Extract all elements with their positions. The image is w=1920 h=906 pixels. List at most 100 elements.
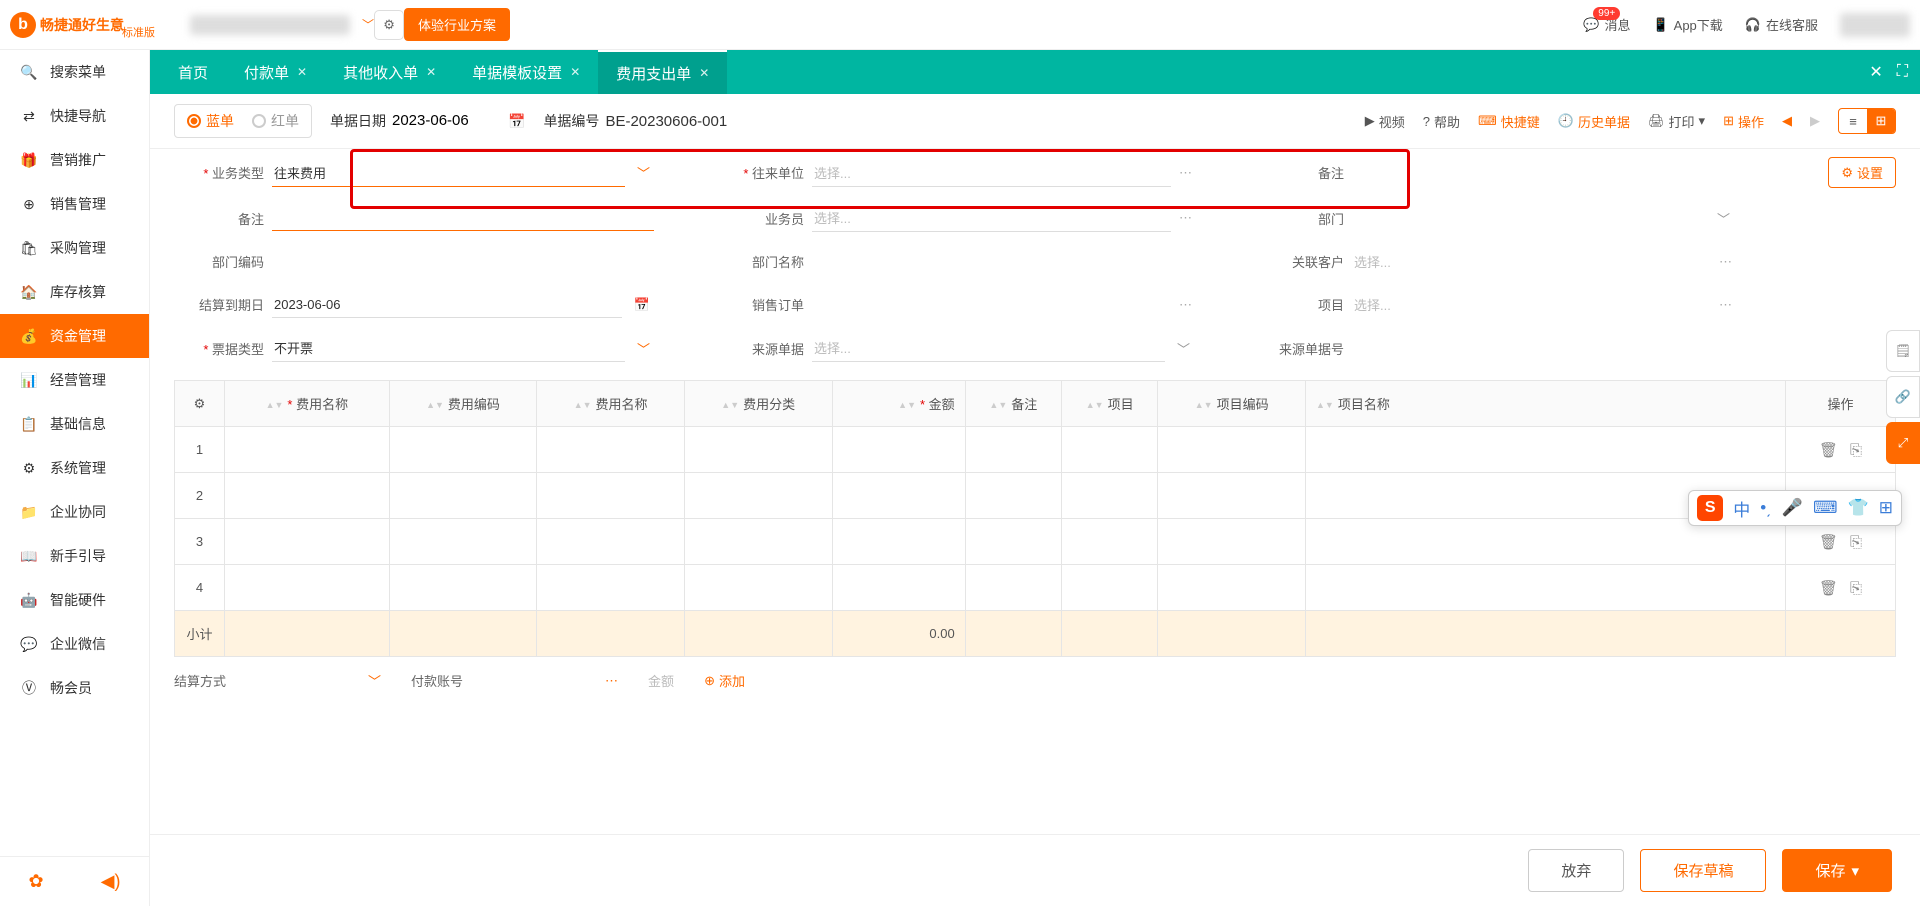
messages-button[interactable]: 💬 消息 99+ <box>1583 15 1630 34</box>
col-settings[interactable]: ⚙ <box>175 381 225 427</box>
sidebar-item-quicknav[interactable]: ⇄快捷导航 <box>0 94 149 138</box>
video-help-button[interactable]: ▶ 视频 <box>1365 112 1405 131</box>
sidebar-item-member[interactable]: Ⓥ畅会员 <box>0 666 149 710</box>
copy-row-icon[interactable]: ⎘ <box>1850 580 1862 597</box>
copy-row-icon[interactable]: ⎘ <box>1850 442 1862 459</box>
table-row[interactable]: 1🗑⎘ <box>175 427 1896 473</box>
rail-note-icon[interactable]: 🗒 <box>1886 330 1920 372</box>
more-icon[interactable]: ⋯ <box>1179 165 1194 181</box>
doc-date-field[interactable]: 单据日期 📅 <box>330 111 525 131</box>
settle-method-field[interactable]: 结算方式﹀ <box>174 671 381 690</box>
close-icon[interactable]: ✕ <box>426 65 436 79</box>
delete-row-icon[interactable]: 🗑 <box>1819 534 1838 551</box>
chevron-down-icon[interactable]: ﹀ <box>633 163 654 182</box>
sidebar-item-system[interactable]: ⚙系统管理 <box>0 446 149 490</box>
col-project-code[interactable]: ▲▼项目编码 <box>1158 381 1306 427</box>
shortcut-button[interactable]: ⌨ 快捷键 <box>1478 112 1540 131</box>
sidebar-item-wechat[interactable]: 💬企业微信 <box>0 622 149 666</box>
doc-date-input[interactable] <box>392 112 502 130</box>
sidebar-item-purchase[interactable]: 🛍采购管理 <box>0 226 149 270</box>
ime-mic-icon[interactable]: 🎤 <box>1782 498 1803 518</box>
chevron-down-icon[interactable]: ﹀ <box>1173 339 1194 358</box>
table-row[interactable]: 4🗑⎘ <box>175 565 1896 611</box>
field-remark2[interactable]: 备注 <box>174 205 654 231</box>
more-icon[interactable]: ⋯ <box>1179 210 1194 226</box>
sidebar-item-hardware[interactable]: 🤖智能硬件 <box>0 578 149 622</box>
amount-field[interactable]: 金额 <box>648 671 674 690</box>
field-sale-order[interactable]: 销售订单 ⋯ <box>714 292 1194 318</box>
field-project[interactable]: 项目 选择... ⋯ <box>1254 291 1734 318</box>
delete-row-icon[interactable]: 🗑 <box>1819 580 1838 597</box>
col-project[interactable]: ▲▼项目 <box>1062 381 1158 427</box>
rail-link-icon[interactable]: 🔗 <box>1886 376 1920 418</box>
radio-red[interactable]: 红单 <box>252 111 299 131</box>
pay-account-field[interactable]: 付款账号⋯ <box>411 671 618 690</box>
more-icon[interactable]: ⋯ <box>1179 297 1194 313</box>
field-business-type[interactable]: 业务类型 往来费用 ﹀ <box>174 159 654 187</box>
col-fee-code[interactable]: ▲▼费用编码 <box>389 381 537 427</box>
abandon-button[interactable]: 放弃 <box>1528 849 1624 892</box>
print-button[interactable]: 🖨 打印 ▾ <box>1648 112 1705 131</box>
col-project-name[interactable]: ▲▼项目名称 <box>1306 381 1786 427</box>
ime-punct-icon[interactable]: •͵ <box>1760 498 1772 518</box>
chevron-down-icon[interactable]: ﹀ <box>1713 209 1734 228</box>
sidebar-item-search[interactable]: 🔍搜索菜单 <box>0 50 149 94</box>
add-settlement-button[interactable]: ⊕添加 <box>704 671 745 690</box>
save-button[interactable]: 保存▾ <box>1782 849 1892 892</box>
next-doc-icon[interactable]: ▶ <box>1810 113 1820 129</box>
col-fee-name[interactable]: ▲▼* 费用名称 <box>225 381 390 427</box>
chevron-down-icon[interactable]: ﹀ <box>368 671 381 690</box>
user-avatar-redacted[interactable] <box>1840 13 1910 37</box>
trial-industry-button[interactable]: 体验行业方案 <box>404 8 510 41</box>
field-settle-date[interactable]: 结算到期日 2023-06-06 📅 <box>174 292 654 318</box>
col-fee-category[interactable]: ▲▼费用分类 <box>684 381 832 427</box>
customer-service-button[interactable]: 🎧 在线客服 <box>1745 15 1818 34</box>
delete-row-icon[interactable]: 🗑 <box>1819 442 1838 459</box>
list-view-icon[interactable]: ≡ <box>1839 109 1867 133</box>
chevron-down-icon[interactable]: ﹀ <box>633 339 654 358</box>
field-dept[interactable]: 部门 ﹀ <box>1254 205 1734 231</box>
field-partner[interactable]: 往来单位 选择... ⋯ <box>714 159 1194 187</box>
ime-toolbar[interactable]: S 中 •͵ 🎤 ⌨ 👕 ⊞ <box>1688 490 1902 526</box>
operate-button[interactable]: ⊞ 操作 <box>1723 112 1764 131</box>
radio-blue[interactable]: 蓝单 <box>187 111 234 131</box>
tab-template[interactable]: 单据模板设置✕ <box>454 50 598 94</box>
more-icon[interactable]: ⋯ <box>1719 297 1734 313</box>
theme-settings-icon[interactable]: ✿ <box>29 871 44 892</box>
save-draft-button[interactable]: 保存草稿 <box>1640 849 1766 892</box>
fullscreen-icon[interactable]: ⛶ <box>1897 63 1908 81</box>
system-settings-button[interactable]: ⚙ <box>374 10 404 40</box>
close-icon[interactable]: ✕ <box>699 66 709 80</box>
field-invoice-type[interactable]: 票据类型 不开票 ﹀ <box>174 334 654 362</box>
sidebar-item-sales[interactable]: ⊕销售管理 <box>0 182 149 226</box>
company-selector[interactable]: ﹀ <box>190 15 374 35</box>
close-icon[interactable]: ✕ <box>297 65 307 79</box>
ime-lang[interactable]: 中 <box>1733 496 1750 521</box>
sidebar-item-marketing[interactable]: 🎁营销推广 <box>0 138 149 182</box>
sidebar-item-business[interactable]: 📊经营管理 <box>0 358 149 402</box>
prev-doc-icon[interactable]: ◀ <box>1782 113 1792 129</box>
sidebar-item-basic[interactable]: 📋基础信息 <box>0 402 149 446</box>
close-all-tabs-icon[interactable]: ✕ <box>1869 62 1882 82</box>
app-download-button[interactable]: 📱 App下载 <box>1652 15 1722 34</box>
sidebar-item-guide[interactable]: 📖新手引导 <box>0 534 149 578</box>
rail-expand-icon[interactable]: ⤢ <box>1886 422 1920 464</box>
col-fee-name2[interactable]: ▲▼费用名称 <box>537 381 685 427</box>
calendar-icon[interactable]: 📅 <box>508 113 525 130</box>
sidebar-item-funds[interactable]: 💰资金管理 <box>0 314 149 358</box>
ime-toolbox-icon[interactable]: ⊞ <box>1879 498 1893 518</box>
ime-skin-icon[interactable]: 👕 <box>1848 498 1869 518</box>
close-icon[interactable]: ✕ <box>570 65 580 79</box>
tab-payment[interactable]: 付款单✕ <box>226 50 325 94</box>
ime-keyboard-icon[interactable]: ⌨ <box>1813 498 1838 518</box>
field-sales[interactable]: 业务员 选择... ⋯ <box>714 204 1194 232</box>
tab-home[interactable]: 首页 <box>160 50 226 94</box>
tab-other-income[interactable]: 其他收入单✕ <box>325 50 454 94</box>
sidebar-item-inventory[interactable]: 🏠库存核算 <box>0 270 149 314</box>
field-related-customer[interactable]: 关联客户 选择... ⋯ <box>1254 248 1734 275</box>
collapse-icon[interactable]: ◀) <box>101 871 121 892</box>
more-icon[interactable]: ⋯ <box>1719 254 1734 270</box>
table-row[interactable]: 2 <box>175 473 1896 519</box>
copy-row-icon[interactable]: ⎘ <box>1850 534 1862 551</box>
form-settings-button[interactable]: ⚙ 设置 <box>1828 157 1896 188</box>
